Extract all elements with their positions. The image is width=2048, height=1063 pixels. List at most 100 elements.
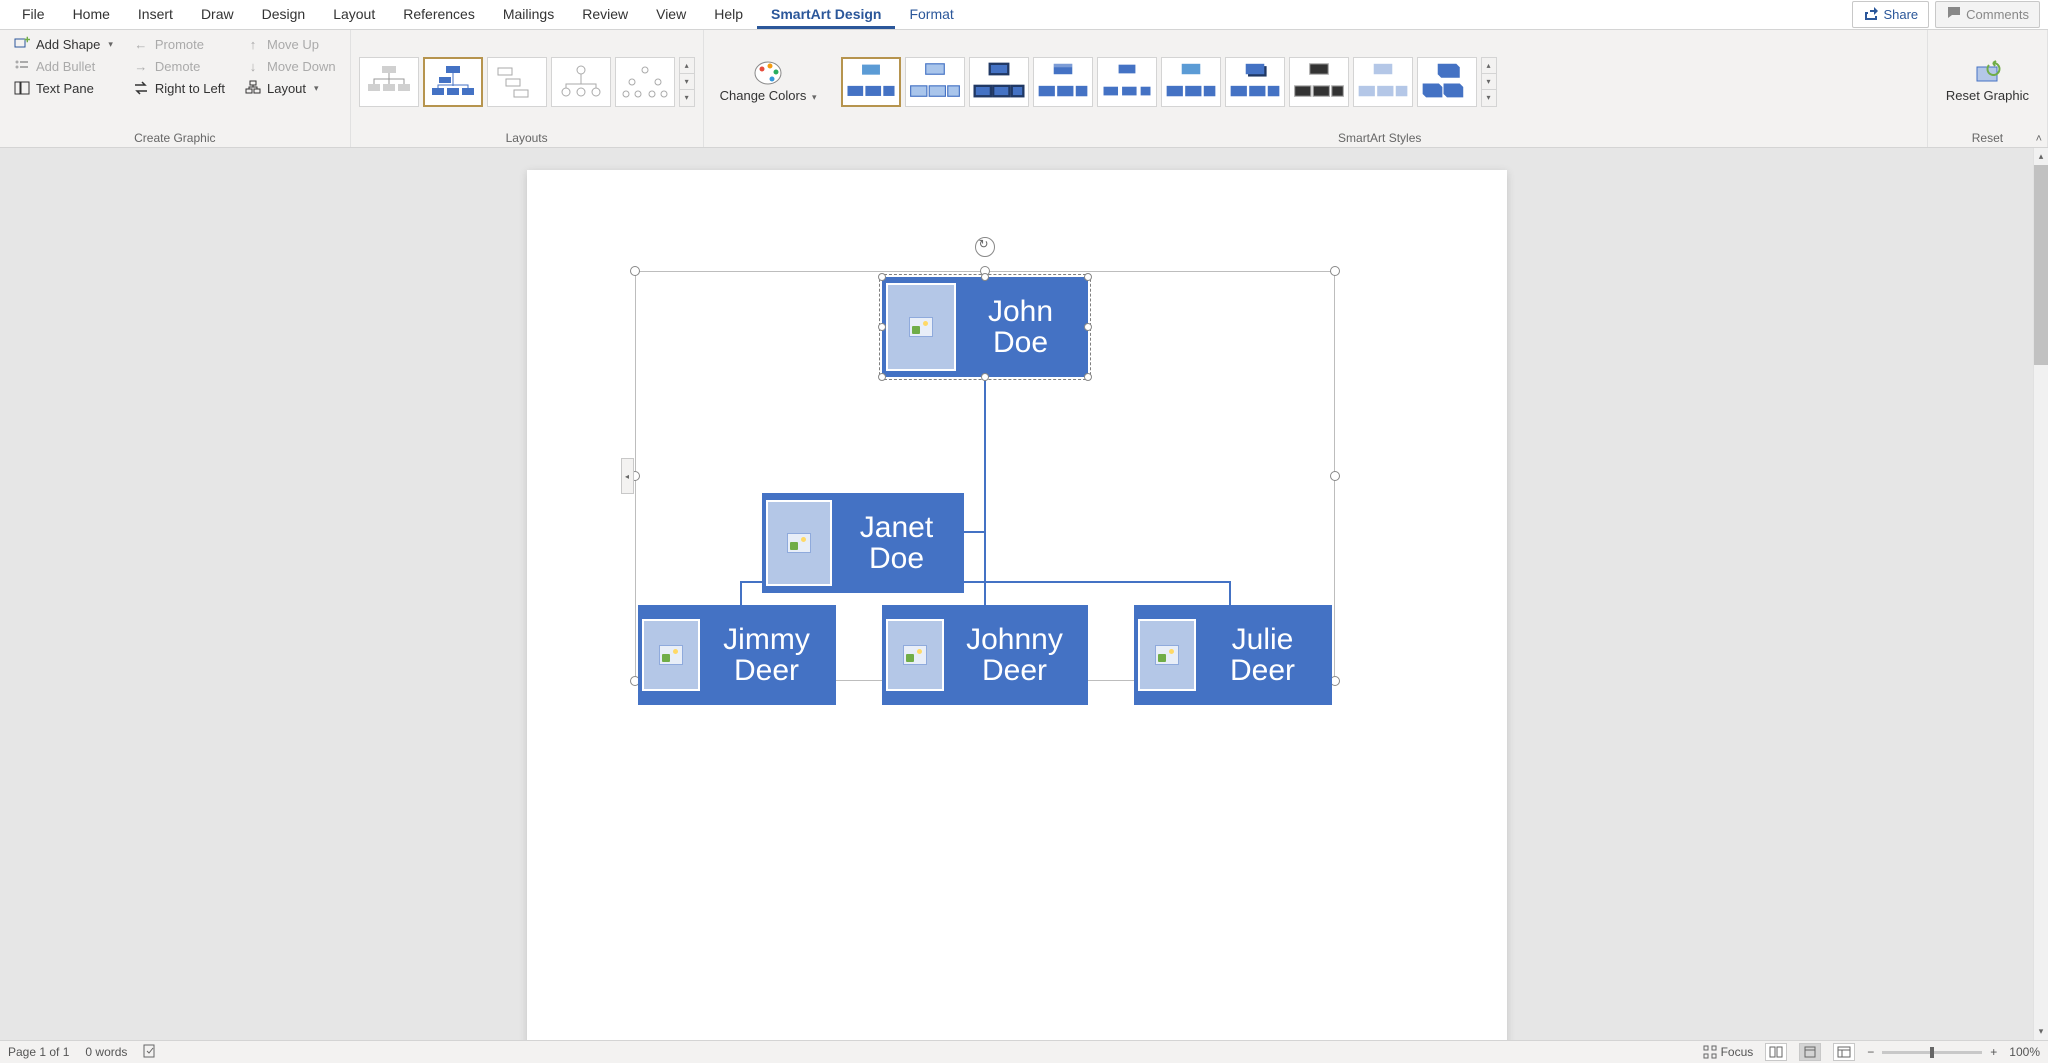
smartart-node-child[interactable]: Johnny Deer xyxy=(882,605,1088,705)
rotate-handle[interactable] xyxy=(975,237,995,257)
node-resize-handle[interactable] xyxy=(981,273,989,281)
tab-format[interactable]: Format xyxy=(895,0,967,29)
resize-handle[interactable] xyxy=(1330,266,1340,276)
scroll-thumb[interactable] xyxy=(2034,165,2048,365)
style-option-8[interactable] xyxy=(1289,57,1349,107)
focus-mode-button[interactable]: Focus xyxy=(1703,1045,1754,1059)
add-shape-icon xyxy=(14,36,30,52)
right-to-left-button[interactable]: Right to Left xyxy=(127,78,231,98)
tab-view[interactable]: View xyxy=(642,0,700,29)
node-resize-handle[interactable] xyxy=(1084,273,1092,281)
node-resize-handle[interactable] xyxy=(1084,323,1092,331)
promote-button[interactable]: ← Promote xyxy=(127,34,231,54)
tab-mailings[interactable]: Mailings xyxy=(489,0,568,29)
picture-placeholder[interactable] xyxy=(766,500,832,586)
picture-placeholder[interactable] xyxy=(642,619,700,691)
reset-graphic-button[interactable]: Reset Graphic xyxy=(1936,34,2039,129)
read-mode-button[interactable] xyxy=(1765,1043,1787,1061)
tab-help[interactable]: Help xyxy=(700,0,757,29)
tab-insert[interactable]: Insert xyxy=(124,0,187,29)
node-text[interactable]: Janet Doe xyxy=(838,512,960,575)
node-text[interactable]: John Doe xyxy=(962,296,1084,359)
gallery-more[interactable]: ▾ xyxy=(680,90,694,106)
node-resize-handle[interactable] xyxy=(1084,373,1092,381)
add-bullet-button[interactable]: Add Bullet xyxy=(8,56,119,76)
move-down-button[interactable]: ↓ Move Down xyxy=(239,56,342,76)
picture-placeholder[interactable] xyxy=(886,283,956,371)
zoom-slider-thumb[interactable] xyxy=(1930,1047,1934,1058)
smartart-node-assistant[interactable]: Janet Doe xyxy=(762,493,964,593)
zoom-in-button[interactable]: + xyxy=(1990,1045,1997,1059)
picture-placeholder[interactable] xyxy=(1138,619,1196,691)
group-label-reset: Reset xyxy=(1936,129,2039,145)
text-pane-button[interactable]: Text Pane xyxy=(8,78,119,98)
gallery-scroll-up[interactable]: ▴ xyxy=(680,58,694,74)
smartart-node-child[interactable]: Julie Deer xyxy=(1134,605,1332,705)
collapse-ribbon-button[interactable]: ˄ xyxy=(2036,133,2042,145)
smartart-node-root[interactable]: John Doe xyxy=(882,277,1088,377)
rtl-icon xyxy=(133,80,149,96)
tab-draw[interactable]: Draw xyxy=(187,0,248,29)
print-layout-button[interactable] xyxy=(1799,1043,1821,1061)
spell-check-icon[interactable] xyxy=(143,1044,159,1061)
layout-option-2[interactable] xyxy=(423,57,483,107)
gallery-more[interactable]: ▾ xyxy=(1482,90,1496,106)
layout-option-3[interactable] xyxy=(487,57,547,107)
style-option-7[interactable] xyxy=(1225,57,1285,107)
layout-dropdown[interactable]: Layout ▾ xyxy=(239,78,342,98)
node-text[interactable]: Julie Deer xyxy=(1202,624,1328,687)
page-indicator[interactable]: Page 1 of 1 xyxy=(8,1045,69,1059)
gallery-scroll-down[interactable]: ▾ xyxy=(1482,74,1496,90)
tab-references[interactable]: References xyxy=(389,0,489,29)
image-icon xyxy=(909,317,933,337)
text-pane-toggle[interactable]: ◂ xyxy=(621,458,634,494)
comment-icon xyxy=(1946,5,1962,24)
web-layout-button[interactable] xyxy=(1833,1043,1855,1061)
node-resize-handle[interactable] xyxy=(878,323,886,331)
resize-handle[interactable] xyxy=(1330,471,1340,481)
add-shape-button[interactable]: Add Shape ▾ xyxy=(8,34,119,54)
gallery-scroll-down[interactable]: ▾ xyxy=(680,74,694,90)
scroll-down-button[interactable]: ▾ xyxy=(2034,1023,2048,1040)
style-option-4[interactable] xyxy=(1033,57,1093,107)
style-option-2[interactable] xyxy=(905,57,965,107)
move-up-button[interactable]: ↑ Move Up xyxy=(239,34,342,54)
arrow-up-icon: ↑ xyxy=(245,36,261,52)
zoom-slider-track[interactable] xyxy=(1882,1051,1982,1054)
style-option-1[interactable] xyxy=(841,57,901,107)
comments-button[interactable]: Comments xyxy=(1935,1,2040,28)
demote-button[interactable]: → Demote xyxy=(127,56,231,76)
style-option-9[interactable] xyxy=(1353,57,1413,107)
tab-file[interactable]: File xyxy=(8,0,59,29)
vertical-scrollbar[interactable]: ▴ ▾ xyxy=(2033,148,2048,1040)
node-text[interactable]: Jimmy Deer xyxy=(706,624,832,687)
layout-option-4[interactable] xyxy=(551,57,611,107)
tab-layout[interactable]: Layout xyxy=(319,0,389,29)
style-option-10[interactable] xyxy=(1417,57,1477,107)
scroll-up-button[interactable]: ▴ xyxy=(2034,148,2048,165)
picture-placeholder[interactable] xyxy=(886,619,944,691)
smartart-graphic[interactable]: ◂ John Doe xyxy=(635,271,1335,681)
tab-review[interactable]: Review xyxy=(568,0,642,29)
gallery-scroll-up[interactable]: ▴ xyxy=(1482,58,1496,74)
tab-home[interactable]: Home xyxy=(59,0,124,29)
style-option-3[interactable] xyxy=(969,57,1029,107)
tab-smartart-design[interactable]: SmartArt Design xyxy=(757,0,895,29)
smartart-node-child[interactable]: Jimmy Deer xyxy=(638,605,836,705)
change-colors-button[interactable]: Change Colors ▾ xyxy=(712,34,825,129)
node-resize-handle[interactable] xyxy=(878,273,886,281)
style-option-5[interactable] xyxy=(1097,57,1157,107)
layout-option-1[interactable] xyxy=(359,57,419,107)
tab-design[interactable]: Design xyxy=(248,0,320,29)
zoom-out-button[interactable]: − xyxy=(1867,1045,1874,1059)
style-option-6[interactable] xyxy=(1161,57,1221,107)
arrow-down-icon: ↓ xyxy=(245,58,261,74)
word-count[interactable]: 0 words xyxy=(85,1045,127,1059)
layout-option-5[interactable] xyxy=(615,57,675,107)
resize-handle[interactable] xyxy=(630,266,640,276)
node-resize-handle[interactable] xyxy=(878,373,886,381)
share-button[interactable]: Share xyxy=(1852,1,1929,28)
node-text[interactable]: Johnny Deer xyxy=(950,624,1084,687)
node-resize-handle[interactable] xyxy=(981,373,989,381)
zoom-level[interactable]: 100% xyxy=(2009,1045,2040,1059)
